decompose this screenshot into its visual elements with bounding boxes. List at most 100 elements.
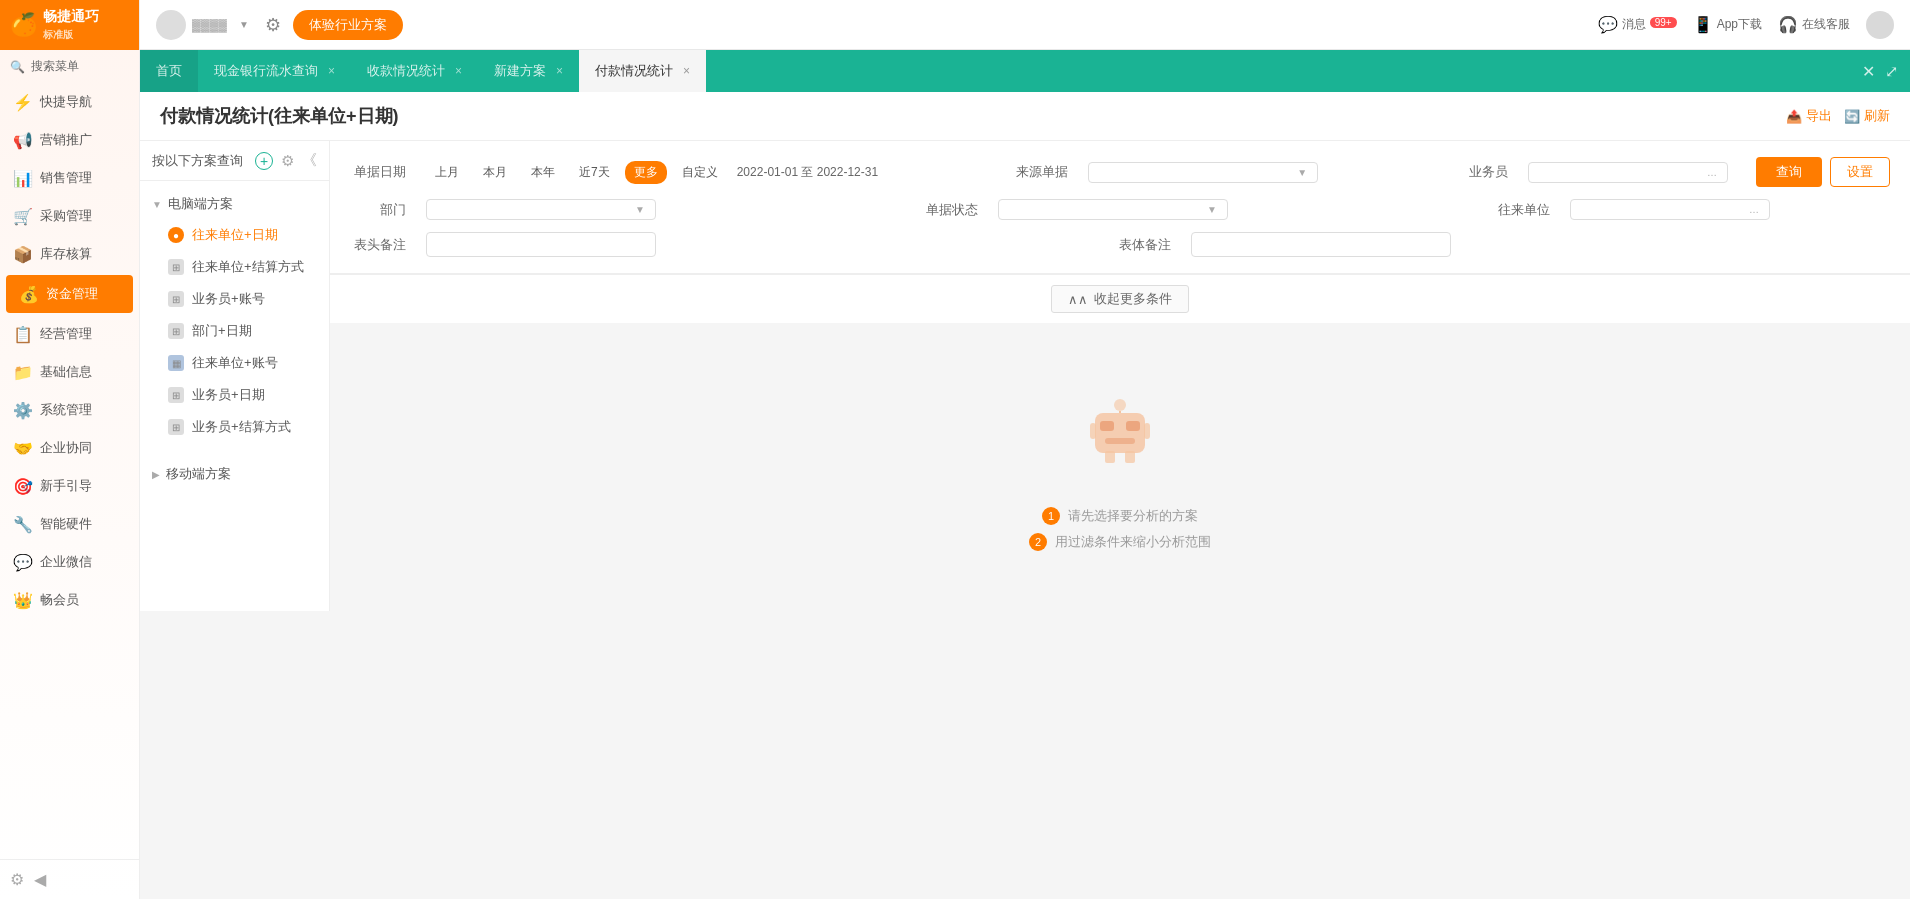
staff-label: 业务员 [1452, 163, 1508, 181]
scheme-item-counterpart-settle[interactable]: ⊞ 往来单位+结算方式 [140, 251, 329, 283]
counterpart-label: 往来单位 [1494, 201, 1550, 219]
tab-bank-flow[interactable]: 现金银行流水查询 × [198, 50, 351, 92]
scheme-add-icon[interactable]: + [255, 152, 273, 170]
sidebar-settings-icon[interactable]: ⚙ [10, 870, 24, 889]
scheme-item-staff-settle[interactable]: ⊞ 业务员+结算方式 [140, 411, 329, 443]
scheme-item-staff-account[interactable]: ⊞ 业务员+账号 [140, 283, 329, 315]
date-option-last-month[interactable]: 上月 [426, 161, 468, 184]
layout-wrapper: 按以下方案查询 + ⚙ 《 ▼ 电脑端方案 ● 往来单位+日期 [140, 141, 1910, 611]
sidebar-item-system[interactable]: ⚙️ 系统管理 [0, 391, 139, 429]
online-service-btn[interactable]: 🎧 在线客服 [1778, 15, 1850, 34]
topbar-user-avatar[interactable] [1866, 11, 1894, 39]
tab-new-scheme-close[interactable]: × [556, 64, 563, 78]
sidebar-item-basic[interactable]: 📁 基础信息 [0, 353, 139, 391]
filter-panel: 单据日期 上月 本月 本年 近7天 更多 自定义 2022-01-01 至 20… [330, 141, 1910, 274]
sidebar-item-inventory[interactable]: 📦 库存核算 [0, 235, 139, 273]
scheme-settings-icon[interactable]: ⚙ [281, 152, 294, 170]
table-body-input[interactable] [1191, 232, 1451, 257]
voucher-status-label: 单据状态 [922, 201, 978, 219]
empty-hint-2: 2 用过滤条件来缩小分析范围 [1029, 533, 1211, 551]
sidebar-item-sales[interactable]: 📊 销售管理 [0, 159, 139, 197]
scheme-item-counterpart-date[interactable]: ● 往来单位+日期 [140, 219, 329, 251]
tab-receipt-stats[interactable]: 收款情况统计 × [351, 50, 478, 92]
voucher-status-select[interactable]: ▼ [998, 199, 1228, 220]
tab-receipt-stats-close[interactable]: × [455, 64, 462, 78]
tab-bank-flow-close[interactable]: × [328, 64, 335, 78]
scheme-header-actions: + ⚙ 《 [255, 151, 317, 170]
scheme-item-dept-date[interactable]: ⊞ 部门+日期 [140, 315, 329, 347]
page-header-actions: 📤 导出 🔄 刷新 [1786, 107, 1890, 125]
counterpart-select[interactable]: … [1570, 199, 1770, 220]
user-name: ▓▓▓▓ [192, 18, 227, 32]
scheme-pc-title[interactable]: ▼ 电脑端方案 [140, 189, 329, 219]
scheme-item-staff-date[interactable]: ⊞ 业务员+日期 [140, 379, 329, 411]
table-header-input[interactable] [426, 232, 656, 257]
topbar-settings-icon[interactable]: ⚙ [265, 14, 281, 36]
sidebar-item-member[interactable]: 👑 畅会员 [0, 581, 139, 619]
date-option-this-year[interactable]: 本年 [522, 161, 564, 184]
dept-select[interactable]: ▼ [426, 199, 656, 220]
scheme-pc-section: ▼ 电脑端方案 ● 往来单位+日期 ⊞ 往来单位+结算方式 ⊞ 业务员+账号 [140, 181, 329, 451]
table-header-label: 表头备注 [350, 236, 406, 254]
sidebar-item-finance[interactable]: 💰 资金管理 [6, 275, 133, 313]
sidebar-item-quick-nav[interactable]: ⚡ 快捷导航 [0, 83, 139, 121]
filter-row-2: 部门 ▼ 单据状态 ▼ 往来单位 [350, 199, 1890, 220]
scheme-mobile-title[interactable]: ▶ 移动端方案 [140, 459, 329, 489]
tab-payment-stats[interactable]: 付款情况统计 × [579, 50, 706, 92]
sidebar-collapse-icon[interactable]: ◀ [34, 870, 46, 889]
sidebar-item-label: 畅会员 [40, 591, 79, 609]
empty-state: 1 请先选择要分析的方案 2 用过滤条件来缩小分析范围 [330, 323, 1910, 611]
sales-icon: 📊 [14, 169, 32, 187]
refresh-btn[interactable]: 🔄 刷新 [1844, 107, 1890, 125]
basic-icon: 📁 [14, 363, 32, 381]
date-option-more[interactable]: 更多 [625, 161, 667, 184]
counterpart-arrow-icon: … [1749, 204, 1759, 215]
tab-payment-stats-label: 付款情况统计 [595, 62, 673, 80]
sidebar-item-purchase[interactable]: 🛒 采购管理 [0, 197, 139, 235]
scheme-header: 按以下方案查询 + ⚙ 《 [140, 141, 329, 181]
sidebar-item-label: 销售管理 [40, 169, 92, 187]
query-btn[interactable]: 查询 [1756, 157, 1822, 187]
sidebar-item-operation[interactable]: 📋 经营管理 [0, 315, 139, 353]
source-select[interactable]: ▼ [1088, 162, 1318, 183]
source-label: 来源单据 [1012, 163, 1068, 181]
sidebar-item-wechat[interactable]: 💬 企业微信 [0, 543, 139, 581]
trial-btn[interactable]: 体验行业方案 [293, 10, 403, 40]
export-btn[interactable]: 📤 导出 [1786, 107, 1832, 125]
hint-num-1: 1 [1042, 507, 1060, 525]
date-option-this-month[interactable]: 本月 [474, 161, 516, 184]
sidebar-item-enterprise[interactable]: 🤝 企业协同 [0, 429, 139, 467]
table-body-label: 表体备注 [1115, 236, 1171, 254]
scheme-item-icon: ⊞ [168, 259, 184, 275]
date-option-custom[interactable]: 自定义 [673, 161, 727, 184]
filter-settings-btn[interactable]: 设置 [1830, 157, 1890, 187]
quick-nav-icon: ⚡ [14, 93, 32, 111]
tab-payment-stats-close[interactable]: × [683, 64, 690, 78]
scheme-item-counterpart-account[interactable]: ▦ 往来单位+账号 [140, 347, 329, 379]
enterprise-icon: 🤝 [14, 439, 32, 457]
staff-select[interactable]: … [1528, 162, 1728, 183]
date-option-7days[interactable]: 近7天 [570, 161, 619, 184]
scheme-item-label: 往来单位+账号 [192, 354, 278, 372]
sidebar-item-label: 基础信息 [40, 363, 92, 381]
search-menu[interactable]: 🔍 搜索菜单 [0, 50, 139, 83]
tab-home[interactable]: 首页 [140, 50, 198, 92]
sidebar-item-hardware[interactable]: 🔧 智能硬件 [0, 505, 139, 543]
collapse-conditions-btn[interactable]: ∧∧ 收起更多条件 [1051, 285, 1189, 313]
guide-icon: 🎯 [14, 477, 32, 495]
sidebar-item-marketing[interactable]: 📢 营销推广 [0, 121, 139, 159]
app-download-btn[interactable]: 📱 App下载 [1693, 15, 1762, 34]
svg-point-8 [1114, 399, 1126, 411]
scheme-collapse-icon[interactable]: 《 [302, 151, 317, 170]
topbar-dropdown-icon[interactable]: ▼ [239, 19, 249, 30]
tab-new-scheme-label: 新建方案 [494, 62, 546, 80]
notifications-btn[interactable]: 💬 消息 99+ [1598, 15, 1677, 34]
sidebar-item-guide[interactable]: 🎯 新手引导 [0, 467, 139, 505]
tab-maximize-icon[interactable]: ⤢ [1885, 62, 1898, 81]
collapse-bar: ∧∧ 收起更多条件 [330, 274, 1910, 323]
sidebar-item-label: 新手引导 [40, 477, 92, 495]
tab-new-scheme[interactable]: 新建方案 × [478, 50, 579, 92]
message-icon: 💬 [1598, 15, 1618, 34]
tab-close-all-icon[interactable]: ✕ [1862, 62, 1875, 81]
staff-arrow-icon: … [1707, 167, 1717, 178]
